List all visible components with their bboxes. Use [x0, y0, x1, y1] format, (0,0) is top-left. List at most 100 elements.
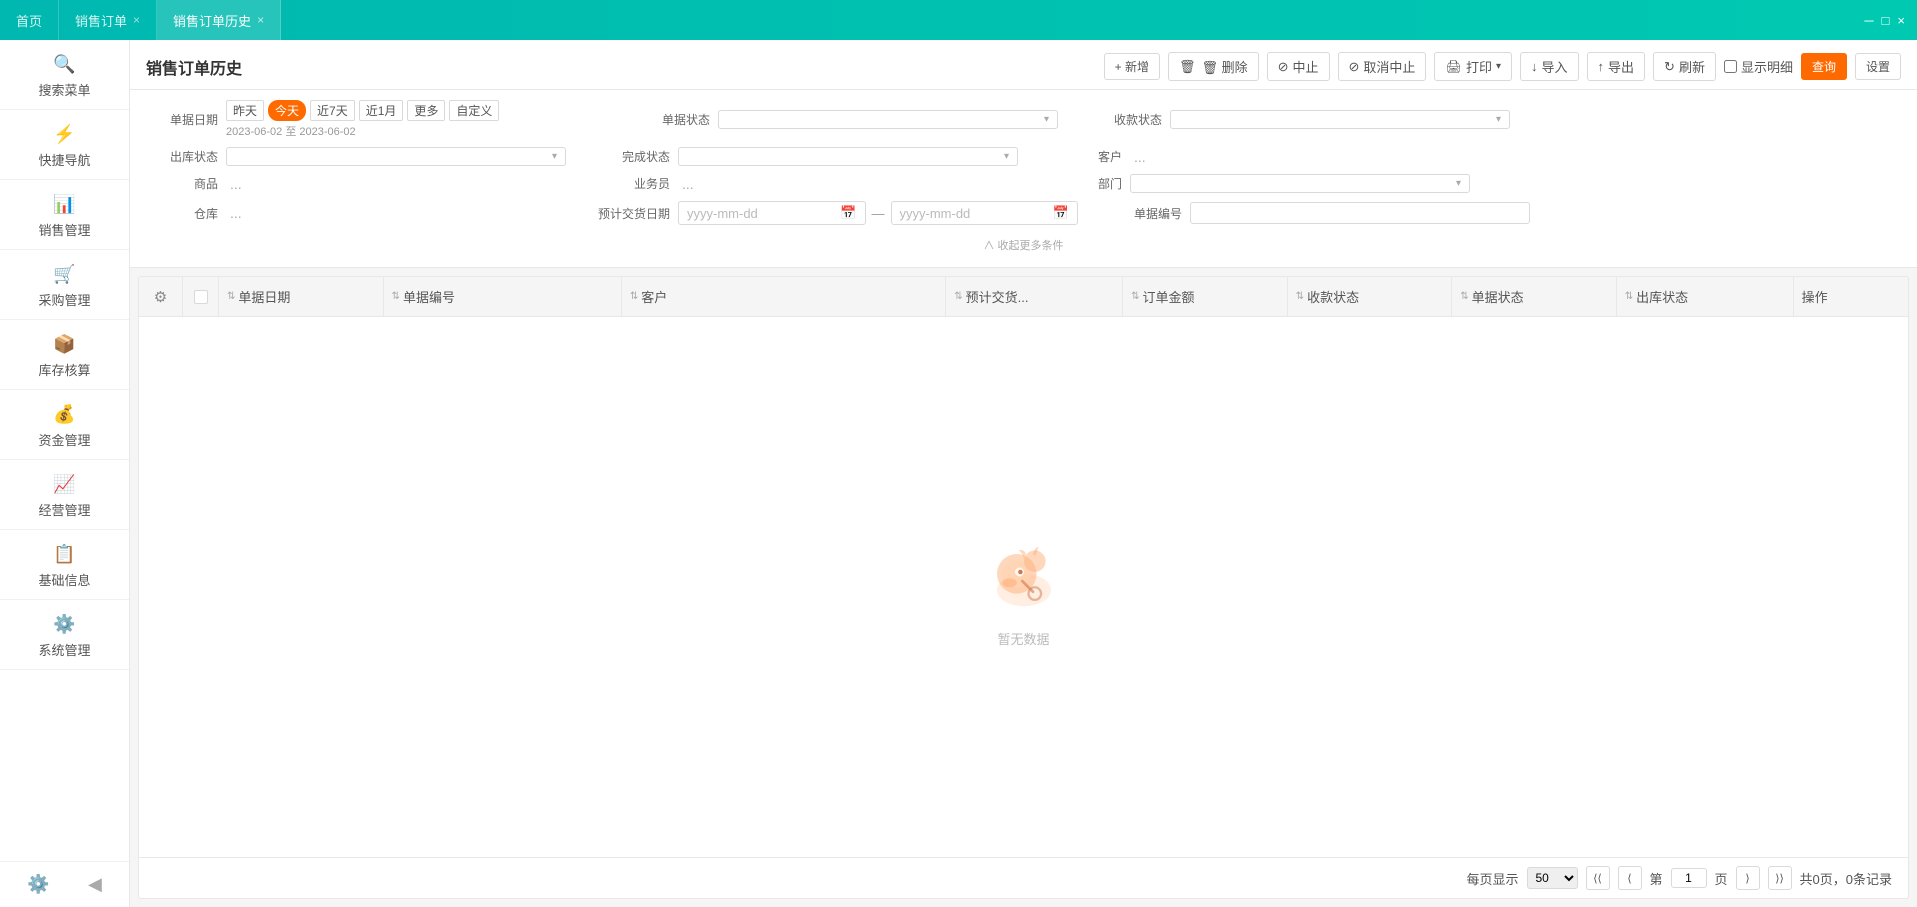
date-to-input[interactable]: yyyy-mm-dd 📅 [891, 201, 1079, 225]
refresh-button[interactable]: ↻ 刷新 [1653, 52, 1716, 81]
select-all-checkbox[interactable] [194, 290, 208, 304]
settings-button[interactable]: 设置 [1855, 53, 1901, 80]
sidebar-item-funds-mgmt-label: 资金管理 [38, 430, 90, 449]
print-button[interactable]: 🖨 打印 ▾ [1434, 52, 1512, 81]
toolbar: + 新增 🗑 🗑 删除 ⊘ 中止 ⊘ 取消中止 🖨 打印 ▾ [1104, 52, 1901, 81]
tab-home[interactable]: 首页 [0, 0, 59, 40]
sidebar-item-operations[interactable]: 📈 经营管理 [0, 460, 129, 530]
page-prev-btn[interactable]: ⟨ [1618, 866, 1642, 890]
print-arrow-icon: ▾ [1496, 61, 1501, 72]
topbar: 首页 销售订单 × 销售订单历史 × ─ □ × [0, 0, 1917, 40]
order-status-select[interactable]: ▾ [718, 110, 1058, 129]
table-area: ⚙ ⇅ 单据日期 ⇅ 单据编号 ⇅ 客户 ⇅ [138, 276, 1909, 899]
per-page-label: 每页显示 [1466, 869, 1518, 888]
complete-status-filter: ▾ [678, 147, 1018, 166]
date-btn-custom[interactable]: 自定义 [449, 100, 499, 121]
th-amount-label: 订单金额 [1143, 287, 1195, 306]
page-label-before: 第 [1650, 869, 1663, 888]
date-btn-last7[interactable]: 近7天 [310, 100, 355, 121]
display-toggle: 显示明细 [1724, 57, 1793, 76]
date-label: 单据日期 [146, 111, 226, 128]
th-pay-status[interactable]: ⇅ 收款状态 [1288, 277, 1453, 316]
th-customer[interactable]: ⇅ 客户 [622, 277, 946, 316]
export-icon: ↑ [1598, 59, 1605, 74]
query-button[interactable]: 查询 [1801, 53, 1847, 80]
payment-status-select[interactable]: ▾ [1170, 110, 1510, 129]
sidebar-item-purchase-mgmt[interactable]: 🛒 采购管理 [0, 250, 129, 320]
window-close[interactable]: × [1897, 13, 1905, 28]
sidebar-item-basic-info[interactable]: 📋 基础信息 [0, 530, 129, 600]
salesperson-picker-btn[interactable]: ... [678, 176, 698, 192]
main-layout: 🔍 搜索菜单 ⚡ 快捷导航 📊 销售管理 🛒 采购管理 📦 库存核算 💰 资金管… [0, 40, 1917, 907]
date-btn-more[interactable]: 更多 [407, 100, 445, 121]
sidebar-item-inventory[interactable]: 📦 库存核算 [0, 320, 129, 390]
date-btn-yesterday[interactable]: 昨天 [226, 100, 264, 121]
sidebar-item-sales-mgmt[interactable]: 📊 销售管理 [0, 180, 129, 250]
complete-status-select[interactable]: ▾ [678, 147, 1018, 166]
page-next-btn[interactable]: ⟩ [1736, 866, 1760, 890]
customer-picker-btn[interactable]: ... [1130, 149, 1150, 165]
window-maximize[interactable]: □ [1882, 13, 1890, 28]
warehouse-label: 仓库 [146, 205, 226, 222]
table-header: ⚙ ⇅ 单据日期 ⇅ 单据编号 ⇅ 客户 ⇅ [139, 277, 1908, 317]
th-settings[interactable]: ⚙ [139, 277, 183, 316]
page-title: 销售订单历史 [146, 55, 242, 79]
delete-button[interactable]: 🗑 🗑 删除 [1168, 52, 1259, 81]
date-range-separator: — [872, 206, 885, 221]
collapse-bar[interactable]: ∧ 收起更多条件 [146, 233, 1901, 257]
date-to-cal-icon[interactable]: 📅 [1053, 205, 1069, 221]
th-sn[interactable]: ⇅ 单据编号 [384, 277, 622, 316]
th-checkbox[interactable] [183, 277, 219, 316]
th-sn-label: 单据编号 [403, 287, 455, 306]
page-last-btn[interactable]: ⟩⟩ [1768, 866, 1792, 890]
display-detail-checkbox[interactable] [1724, 60, 1737, 73]
th-ops: 操作 [1794, 277, 1908, 316]
page-header: 销售订单历史 + 新增 🗑 🗑 删除 ⊘ 中止 ⊘ 取消中止 🖨 打印 [130, 40, 1917, 90]
department-select[interactable]: ▾ [1130, 174, 1470, 193]
sidebar-item-search-menu[interactable]: 🔍 搜索菜单 [0, 40, 129, 110]
display-detail-label: 显示明细 [1741, 57, 1793, 76]
date-btn-last1month[interactable]: 近1月 [359, 100, 404, 121]
out-stock-select[interactable]: ▾ [226, 147, 566, 166]
per-page-select[interactable]: 50 10 20 100 [1527, 867, 1578, 889]
sidebar-item-basic-info-label: 基础信息 [38, 570, 90, 589]
table-settings-icon[interactable]: ⚙ [154, 288, 167, 306]
sidebar-item-funds-mgmt[interactable]: 💰 资金管理 [0, 390, 129, 460]
th-date[interactable]: ⇅ 单据日期 [219, 277, 384, 316]
th-out-status-label: 出库状态 [1636, 287, 1688, 306]
order-number-input[interactable] [1190, 202, 1530, 224]
th-delivery[interactable]: ⇅ 预计交货... [946, 277, 1123, 316]
sidebar-item-system-mgmt[interactable]: ⚙️ 系统管理 [0, 600, 129, 670]
warehouse-picker-btn[interactable]: ... [226, 205, 246, 221]
settings-bottom-icon[interactable]: ⚙️ [27, 874, 49, 895]
date-btn-today[interactable]: 今天 [268, 100, 306, 121]
stop-button[interactable]: ⊘ 中止 [1267, 52, 1330, 81]
date-from-cal-icon[interactable]: 📅 [840, 205, 856, 221]
th-amount[interactable]: ⇅ 订单金额 [1123, 277, 1288, 316]
current-page-input[interactable] [1671, 868, 1707, 888]
th-out-status-sort-icon: ⇅ [1625, 291, 1633, 302]
refresh-label: 刷新 [1679, 57, 1705, 76]
date-from-input[interactable]: yyyy-mm-dd 📅 [678, 201, 866, 225]
export-button[interactable]: ↑ 导出 [1587, 52, 1646, 81]
tab-sales-order-label: 销售订单 [75, 11, 127, 30]
import-button[interactable]: ↓ 导入 [1520, 52, 1579, 81]
out-stock-filter: ▾ [226, 147, 566, 166]
tab-sales-order[interactable]: 销售订单 × [59, 0, 157, 40]
cancel-stop-button[interactable]: ⊘ 取消中止 [1338, 52, 1427, 81]
cancel-stop-icon: ⊘ [1349, 59, 1360, 75]
tab-sales-order-history-close[interactable]: × [257, 13, 264, 27]
window-minimize[interactable]: ─ [1864, 13, 1873, 28]
new-button[interactable]: + 新增 [1104, 53, 1160, 80]
goods-picker-btn[interactable]: ... [226, 176, 246, 192]
sidebar: 🔍 搜索菜单 ⚡ 快捷导航 📊 销售管理 🛒 采购管理 📦 库存核算 💰 资金管… [0, 40, 130, 907]
order-status-filter: ▾ [718, 110, 1058, 129]
out-stock-chevron-icon: ▾ [552, 151, 557, 162]
page-first-btn[interactable]: ⟨⟨ [1586, 866, 1610, 890]
sidebar-item-quick-nav[interactable]: ⚡ 快捷导航 [0, 110, 129, 180]
tab-sales-order-close[interactable]: × [133, 13, 140, 27]
sidebar-collapse-icon[interactable]: ◀ [88, 874, 102, 895]
th-order-status[interactable]: ⇅ 单据状态 [1452, 277, 1617, 316]
tab-sales-order-history[interactable]: 销售订单历史 × [157, 0, 281, 40]
th-out-status[interactable]: ⇅ 出库状态 [1617, 277, 1794, 316]
